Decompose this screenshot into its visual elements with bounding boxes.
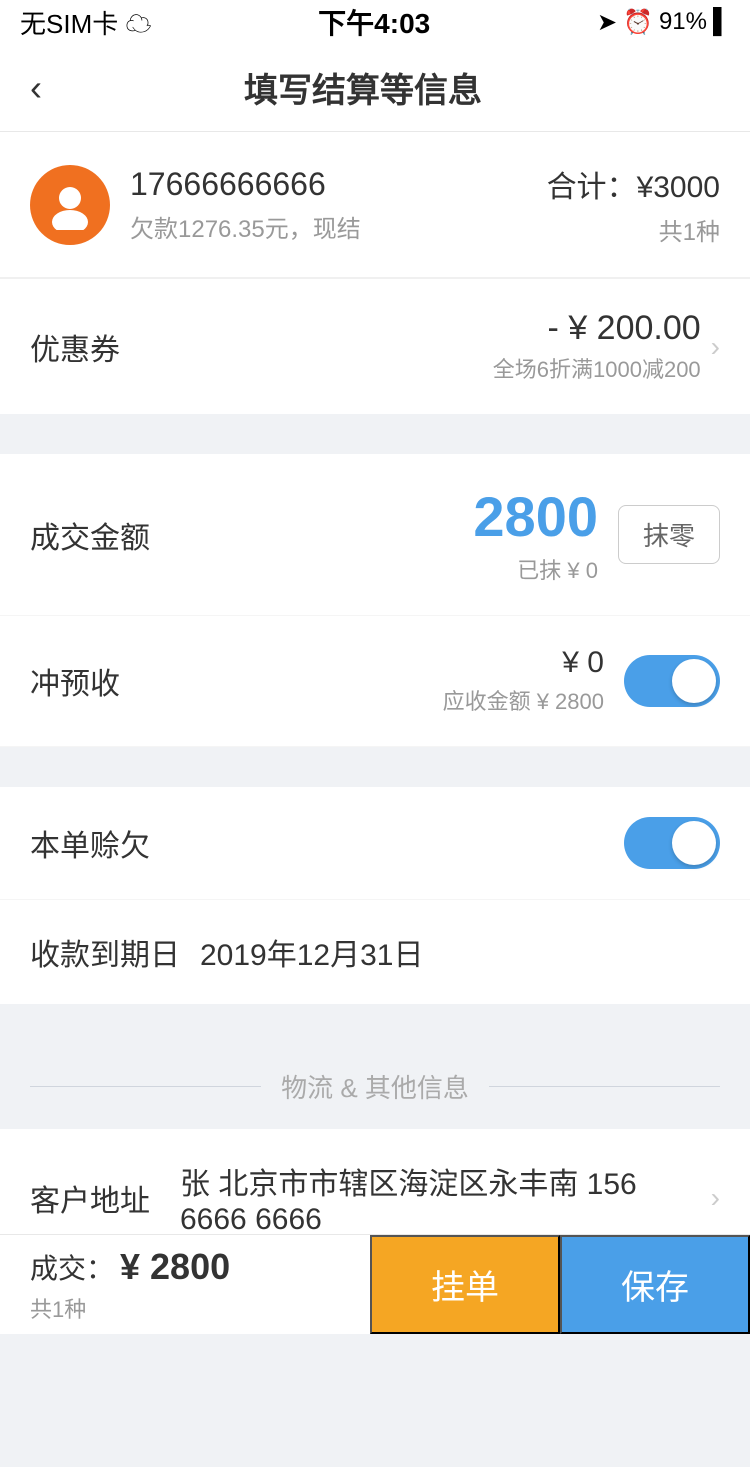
footer: 成交： ¥ 2800 共1种 挂单 保存: [0, 1234, 750, 1334]
user-right: 合计：¥3000 共1种: [547, 162, 720, 247]
due-date-label: 收款到期日: [30, 930, 180, 974]
section-divider-2: [0, 767, 750, 787]
due-date-value: 2019年12月31日: [200, 930, 423, 974]
status-bar: 无SIM卡 ☁ 下午4:03 ➤ ⏰ 91% ▌: [0, 0, 750, 44]
prepay-row: 冲预收 ¥ 0 应收金额 ¥ 2800: [0, 616, 750, 747]
section-divider-1: [0, 434, 750, 454]
section-divider-3: [0, 1024, 750, 1044]
alarm-icon: ⏰: [623, 8, 653, 37]
overdue-toggle[interactable]: [624, 817, 720, 869]
coupon-right: - ¥ 200.00 全场6折满1000减200: [493, 309, 701, 384]
deal-amount-values: 2800 已抹 ¥ 0: [473, 484, 598, 585]
prepay-amount: ¥ 0: [562, 646, 604, 680]
coupon-label: 优惠券: [30, 325, 120, 369]
deal-amount-row: 成交金额 2800 已抹 ¥ 0 抹零: [0, 454, 750, 616]
deal-amount-card: 成交金额 2800 已抹 ¥ 0 抹零 冲预收 ¥ 0 应收金额 ¥ 2800: [0, 454, 750, 747]
location-icon: ➤: [597, 8, 617, 37]
deal-amount-label: 成交金额: [30, 513, 150, 557]
deal-amount-sub: 已抹 ¥ 0: [517, 553, 598, 585]
battery-text: 91%: [659, 8, 707, 36]
overdue-card: 本单赊欠 收款到期日 2019年12月31日: [0, 787, 750, 1004]
logistics-section: 物流 & 其他信息: [0, 1044, 750, 1129]
user-total: 合计：¥3000: [547, 162, 720, 206]
logistics-line-left: [30, 1086, 261, 1087]
footer-deal-label: 成交：: [30, 1247, 114, 1287]
back-button[interactable]: ‹: [30, 67, 42, 109]
status-left: 无SIM卡 ☁: [20, 4, 151, 41]
coupon-arrow-icon: ›: [711, 331, 720, 363]
deal-amount-right: 2800 已抹 ¥ 0 抹零: [473, 484, 720, 585]
battery-icon: ▌: [713, 8, 730, 36]
user-info: 17666666666 欠款1276.35元，现结: [130, 166, 361, 244]
logistics-line-right: [489, 1086, 720, 1087]
hold-button[interactable]: 挂单: [370, 1235, 560, 1334]
overdue-row: 本单赊欠: [0, 787, 750, 899]
deal-amount-value: 2800: [473, 484, 598, 549]
due-date-row: 收款到期日 2019年12月31日: [0, 899, 750, 1004]
nav-bar: ‹ 填写结算等信息: [0, 44, 750, 132]
prepay-right: ¥ 0 应收金额 ¥ 2800: [443, 646, 604, 716]
user-phone: 17666666666: [130, 166, 361, 203]
user-debt: 欠款1276.35元，现结: [130, 209, 361, 244]
signal-text: 无SIM卡 ☁: [20, 4, 151, 41]
round-zero-button[interactable]: 抹零: [618, 505, 720, 564]
status-time: 下午4:03: [318, 2, 430, 42]
logistics-text: 物流 & 其他信息: [261, 1068, 489, 1105]
page-title: 填写结算等信息: [62, 63, 664, 112]
address-arrow-icon: ›: [711, 1182, 720, 1214]
user-count: 共1种: [547, 212, 720, 247]
overdue-label: 本单赊欠: [30, 821, 150, 865]
footer-info: 成交： ¥ 2800 共1种: [0, 1235, 370, 1334]
coupon-amount: - ¥ 200.00: [548, 309, 701, 348]
address-label: 客户地址: [30, 1176, 150, 1220]
prepay-sub: 应收金额 ¥ 2800: [443, 684, 604, 716]
coupon-desc: 全场6折满1000减200: [493, 352, 701, 384]
prepay-toggle-knob: [672, 659, 716, 703]
footer-count: 共1种: [30, 1292, 340, 1324]
avatar: [30, 165, 110, 245]
footer-deal: 成交： ¥ 2800: [30, 1246, 340, 1288]
address-value: 张 北京市市辖区海淀区永丰南 156 6666 6666: [180, 1159, 711, 1237]
prepay-label: 冲预收: [30, 659, 120, 703]
save-button[interactable]: 保存: [560, 1235, 750, 1334]
coupon-row[interactable]: 优惠券 - ¥ 200.00 全场6折满1000减200 ›: [0, 278, 750, 414]
user-card: 17666666666 欠款1276.35元，现结 合计：¥3000 共1种 优…: [0, 132, 750, 414]
footer-deal-amount: ¥ 2800: [120, 1246, 230, 1288]
status-right: ➤ ⏰ 91% ▌: [597, 8, 730, 37]
prepay-toggle[interactable]: [624, 655, 720, 707]
user-left: 17666666666 欠款1276.35元，现结: [30, 165, 361, 245]
overdue-toggle-knob: [672, 821, 716, 865]
